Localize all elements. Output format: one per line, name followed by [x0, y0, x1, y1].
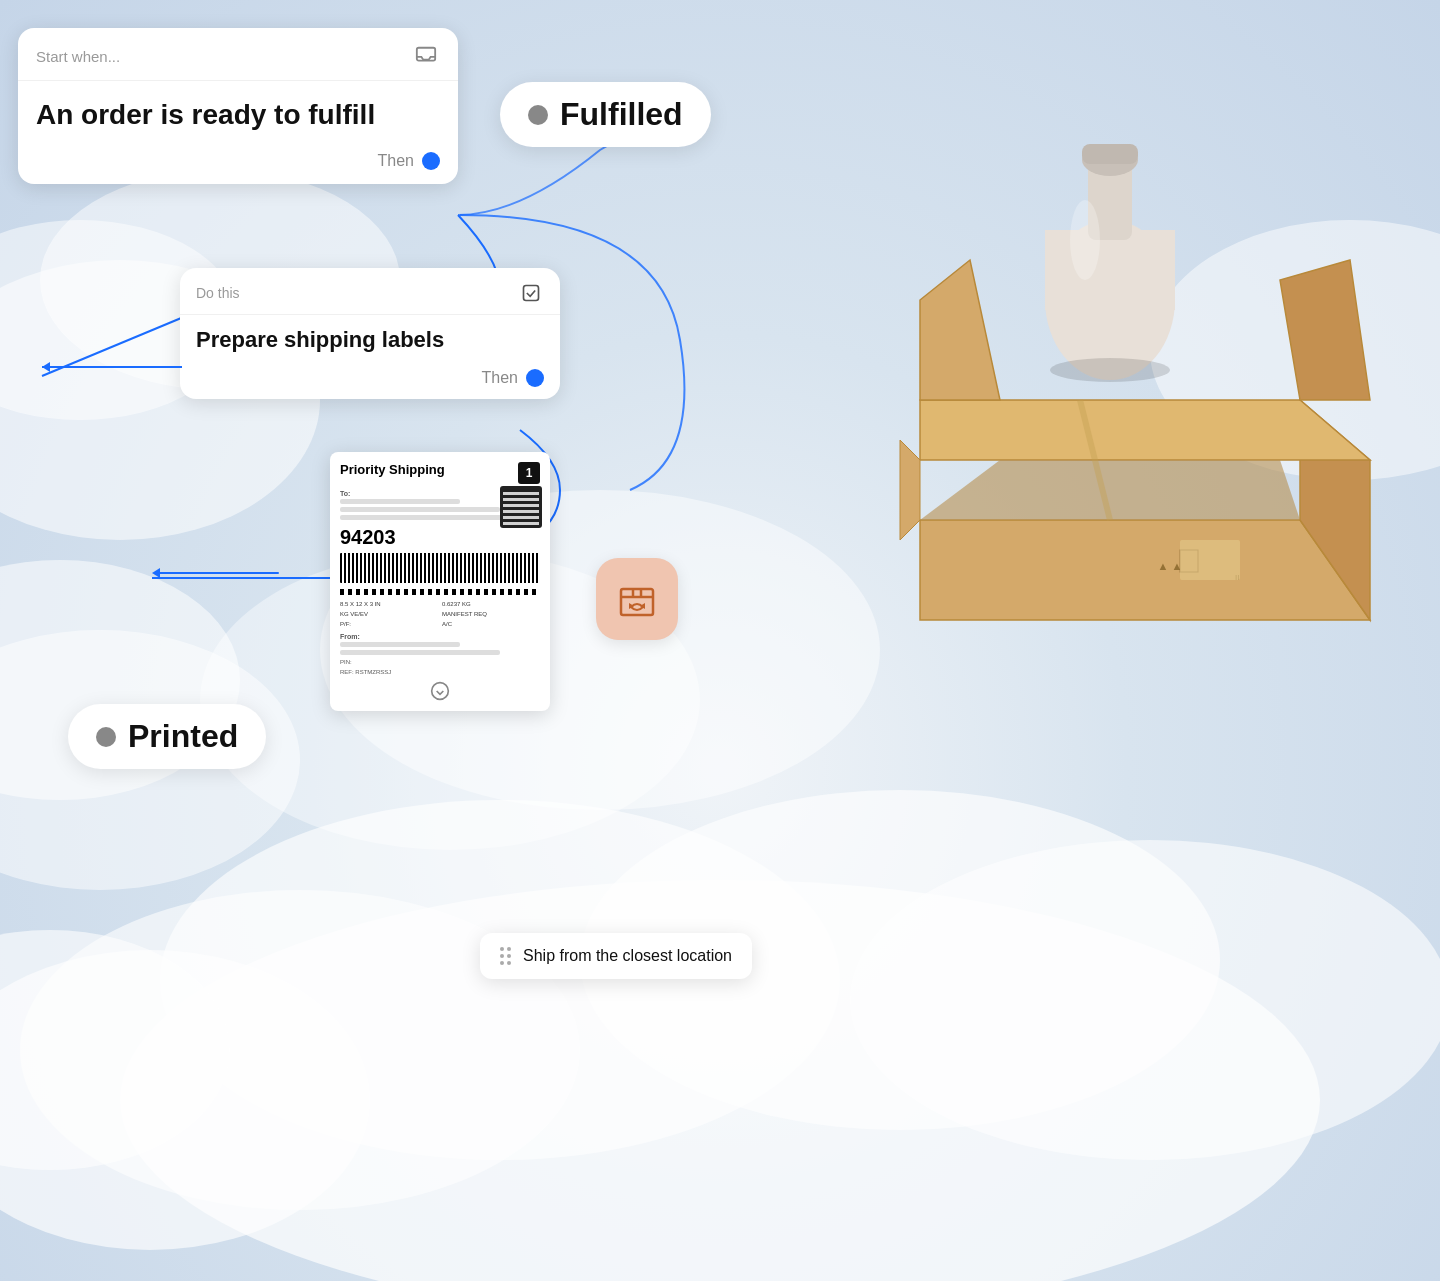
- label-line: [340, 507, 500, 512]
- svg-rect-19: [524, 286, 539, 301]
- start-card-header: Start when...: [18, 28, 458, 81]
- label-header: Priority Shipping 1: [340, 462, 540, 484]
- do-this-card: Do this Prepare shipping labels Then: [180, 268, 560, 399]
- do-card-header: Do this: [180, 268, 560, 315]
- dot-row: [500, 961, 511, 965]
- dot: [500, 961, 504, 965]
- svg-rect-35: [1180, 540, 1240, 580]
- start-card-title: An order is ready to fulfill: [36, 97, 440, 132]
- dot: [507, 947, 511, 951]
- dot-row: [500, 954, 511, 958]
- label-zipcode: 94203: [340, 526, 540, 549]
- fulfilled-badge: Fulfilled: [500, 82, 711, 147]
- svg-marker-29: [900, 440, 920, 540]
- label-striped: [340, 589, 540, 595]
- label-service: Priority Shipping: [340, 462, 445, 477]
- do-card-arrow: [42, 366, 182, 368]
- label-details: 8.5 X 12 X 3 IN 0.6237 KG KG VE/EV MANIF…: [340, 601, 540, 627]
- fulfilled-dot: [528, 105, 548, 125]
- ship-tooltip: Ship from the closest location: [480, 933, 752, 979]
- inbox-icon: [412, 42, 440, 70]
- label-arrow: [152, 568, 279, 578]
- label-weight-unit: KG VE/EV: [340, 611, 438, 617]
- label-line: [340, 499, 460, 504]
- printed-badge: Printed: [68, 704, 266, 769]
- label-barcode: [340, 553, 540, 583]
- label-line: [340, 650, 500, 655]
- label-qr-code: [500, 486, 542, 528]
- svg-point-42: [1050, 358, 1170, 382]
- svg-text:▲ ▲: ▲ ▲: [1158, 560, 1183, 572]
- svg-marker-27: [920, 260, 1000, 400]
- drag-handle: [500, 947, 511, 965]
- start-then-label: Then: [378, 152, 414, 170]
- dot: [507, 954, 511, 958]
- svg-marker-24: [920, 520, 1370, 620]
- label-ref: REF: RSTMZRSSJ: [340, 669, 540, 675]
- do-card-body: Prepare shipping labels: [180, 315, 560, 361]
- svg-marker-26: [920, 400, 1370, 460]
- label-line: [340, 642, 460, 647]
- label-manifest: MANIFEST REQ: [442, 611, 540, 617]
- svg-marker-28: [1280, 260, 1370, 400]
- dot-row: [500, 947, 511, 951]
- svg-rect-21: [621, 589, 653, 615]
- start-when-label: Start when...: [36, 48, 120, 65]
- label-weight: 0.6237 KG: [442, 601, 540, 607]
- do-then-label: Then: [482, 369, 518, 387]
- shipping-label-card: Priority Shipping 1 To: 94203 8.5 X 12 X…: [330, 452, 550, 711]
- printed-dot: [96, 727, 116, 747]
- do-card-title: Prepare shipping labels: [196, 327, 544, 353]
- start-when-card: Start when... An order is ready to fulfi…: [18, 28, 458, 184]
- app-icon-svg: [613, 575, 661, 623]
- qr-pattern: [503, 489, 539, 525]
- do-then-dot: [526, 369, 544, 387]
- label-pin: PIN:: [340, 659, 540, 665]
- ship-tooltip-label: Ship from the closest location: [523, 947, 732, 965]
- label-number: 1: [518, 462, 540, 484]
- label-ac: A/C: [442, 621, 540, 627]
- do-this-label: Do this: [196, 285, 240, 301]
- label-size: 8.5 X 12 X 3 IN: [340, 601, 438, 607]
- check-icon: [518, 280, 544, 306]
- expand-icon[interactable]: [340, 681, 540, 701]
- start-card-footer: Then: [18, 142, 458, 184]
- label-pf: P/F:: [340, 621, 438, 627]
- svg-rect-37: [1045, 230, 1175, 310]
- fulfillment-app-icon: [596, 558, 678, 640]
- start-then-dot: [422, 152, 440, 170]
- label-from: From:: [340, 633, 540, 655]
- dot: [507, 961, 511, 965]
- svg-point-41: [1070, 200, 1100, 280]
- svg-rect-40: [1082, 144, 1138, 164]
- printed-label: Printed: [128, 718, 238, 755]
- do-card-footer: Then: [180, 361, 560, 399]
- ceramic-bottle: [1020, 80, 1200, 390]
- svg-point-20: [432, 683, 449, 700]
- dot: [500, 954, 504, 958]
- svg-rect-18: [417, 48, 435, 61]
- fulfilled-label: Fulfilled: [560, 96, 683, 133]
- dot: [500, 947, 504, 951]
- start-card-body: An order is ready to fulfill: [18, 81, 458, 142]
